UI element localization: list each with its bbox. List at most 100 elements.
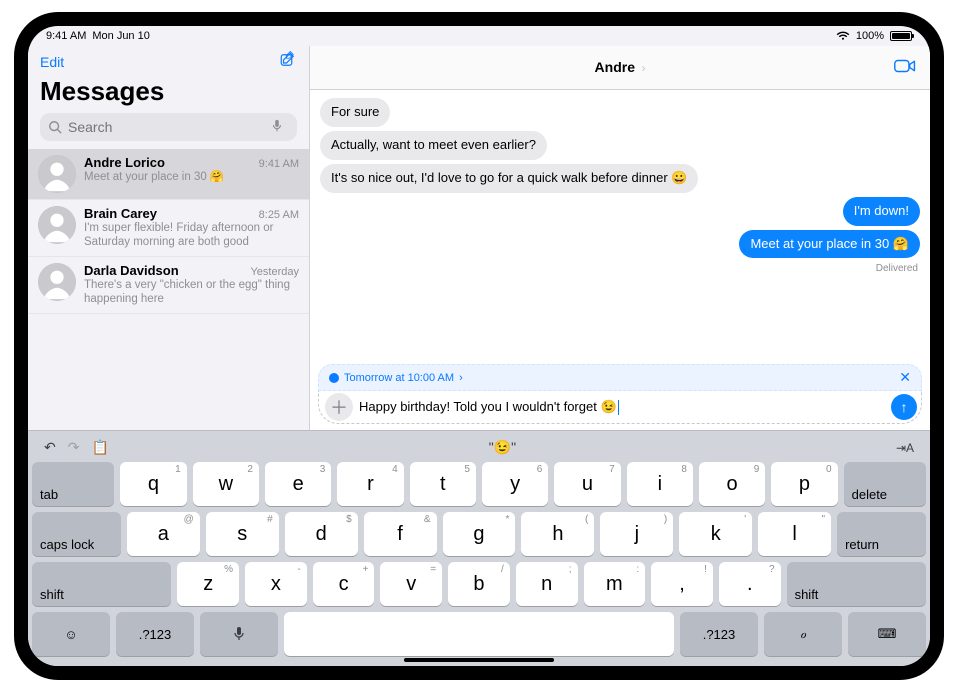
return-key[interactable]: return (837, 512, 926, 556)
key-t[interactable]: 5t (410, 462, 476, 506)
dictation-key[interactable] (200, 612, 278, 656)
incoming-bubble[interactable]: For sure (320, 98, 390, 127)
shift-key-left[interactable]: shift (32, 562, 171, 606)
dismiss-keyboard-key[interactable]: ⌨ (848, 612, 926, 656)
message-row: Meet at your place in 30 🤗 (320, 230, 920, 259)
conversation-time: 8:25 AM (259, 209, 299, 221)
key-.[interactable]: ?. (719, 562, 781, 606)
conversation-pane: ••• Andre › For sureActually, want to me… (310, 46, 930, 430)
status-date: Mon Jun 10 (92, 30, 149, 42)
battery-percent: 100% (856, 30, 884, 42)
text-format-icon[interactable]: ⇥A (896, 441, 914, 455)
predictive-suggestion[interactable]: "😉" (489, 439, 516, 456)
capslock-key[interactable]: caps lock (32, 512, 121, 556)
composer: ＋ Happy birthday! Told you I wouldn't fo… (318, 391, 922, 424)
message-row: For sure (320, 98, 920, 127)
draft-text: Happy birthday! Told you I wouldn't forg… (359, 399, 617, 414)
avatar (38, 155, 76, 193)
conversation-preview: Meet at your place in 30 🤗 (84, 170, 299, 184)
dictate-icon[interactable] (271, 119, 289, 136)
numeric-key-right[interactable]: .?123 (680, 612, 758, 656)
key-u[interactable]: 7u (554, 462, 620, 506)
chevron-right-icon[interactable]: › (641, 61, 645, 75)
numeric-key-left[interactable]: .?123 (116, 612, 194, 656)
key-k[interactable]: 'k (679, 512, 752, 556)
tab-key[interactable]: tab (32, 462, 114, 506)
key-q[interactable]: 1q (120, 462, 186, 506)
key-y[interactable]: 6y (482, 462, 548, 506)
conversation-time: Yesterday (250, 266, 299, 278)
space-key[interactable] (284, 612, 674, 656)
message-thread[interactable]: For sure Actually, want to meet even earl… (310, 90, 930, 360)
key-c[interactable]: +c (313, 562, 375, 606)
search-input[interactable] (68, 119, 271, 135)
screen: 9:41 AM Mon Jun 10 100% Edit (28, 26, 930, 666)
home-indicator[interactable] (404, 658, 554, 662)
attach-button[interactable]: ＋ (325, 393, 353, 421)
wifi-icon (836, 31, 850, 41)
key-l[interactable]: "l (758, 512, 831, 556)
search-field[interactable] (40, 113, 297, 141)
outgoing-bubble[interactable]: I'm down! (843, 197, 920, 226)
key-n[interactable]: ;n (516, 562, 578, 606)
search-icon (48, 120, 62, 134)
key-,[interactable]: !, (651, 562, 713, 606)
sidebar: Edit Messages Andre Lorico9:41 AMMeet at… (28, 46, 310, 430)
send-later-pill[interactable]: Tomorrow at 10:00 AM › ✕ (318, 364, 922, 391)
conversation-item[interactable]: Darla DavidsonYesterdayThere's a very "c… (28, 257, 309, 314)
incoming-bubble[interactable]: Actually, want to meet even earlier? (320, 131, 547, 160)
key-z[interactable]: %z (177, 562, 239, 606)
undo-icon[interactable]: ↶ (44, 439, 56, 456)
page-title: Messages (28, 76, 309, 107)
avatar (38, 263, 76, 301)
text-cursor (618, 400, 620, 415)
chevron-right-icon: › (459, 372, 463, 384)
schedule-time: Tomorrow at 10:00 AM (344, 372, 454, 384)
clock-icon (329, 373, 339, 383)
key-g[interactable]: *g (443, 512, 516, 556)
key-f[interactable]: &f (364, 512, 437, 556)
key-s[interactable]: #s (206, 512, 279, 556)
key-a[interactable]: @a (127, 512, 200, 556)
clipboard-icon[interactable]: 📋 (91, 439, 108, 456)
key-h[interactable]: (h (521, 512, 594, 556)
conversation-item[interactable]: Brain Carey8:25 AMI'm super flexible! Fr… (28, 200, 309, 257)
status-bar: 9:41 AM Mon Jun 10 100% (28, 26, 930, 46)
key-w[interactable]: 2w (193, 462, 259, 506)
key-b[interactable]: /b (448, 562, 510, 606)
message-row: It's so nice out, I'd love to go for a q… (320, 164, 920, 193)
conversation-preview: I'm super flexible! Friday afternoon or … (84, 221, 299, 250)
edit-button[interactable]: Edit (40, 54, 64, 70)
key-d[interactable]: $d (285, 512, 358, 556)
compose-button[interactable] (279, 51, 297, 74)
message-row: Actually, want to meet even earlier? (320, 131, 920, 160)
conversation-item[interactable]: Andre Lorico9:41 AMMeet at your place in… (28, 149, 309, 200)
conversation-preview: There's a very "chicken or the egg" thin… (84, 278, 299, 307)
emoji-key[interactable]: ☺ (32, 612, 110, 656)
conversation-header: Andre › (310, 46, 930, 90)
key-m[interactable]: :m (584, 562, 646, 606)
delete-key[interactable]: delete (844, 462, 926, 506)
key-p[interactable]: 0p (771, 462, 837, 506)
key-x[interactable]: -x (245, 562, 307, 606)
cancel-schedule-button[interactable]: ✕ (899, 369, 911, 386)
key-o[interactable]: 9o (699, 462, 765, 506)
contact-name[interactable]: Andre (595, 59, 635, 75)
message-row: I'm down! (320, 197, 920, 226)
shift-key-right[interactable]: shift (787, 562, 926, 606)
avatar (38, 206, 76, 244)
key-i[interactable]: 8i (627, 462, 693, 506)
key-j[interactable]: )j (600, 512, 673, 556)
key-r[interactable]: 4r (337, 462, 403, 506)
key-v[interactable]: =v (380, 562, 442, 606)
redo-icon[interactable]: ↷ (68, 439, 80, 456)
conversation-name: Andre Lorico (84, 155, 165, 170)
keyboard[interactable]: ↶ ↷ 📋 "😉" ⇥A tab1q2w3e4r5t6y7u8i9o0pdele… (28, 430, 930, 666)
outgoing-bubble[interactable]: Meet at your place in 30 🤗 (739, 230, 920, 259)
send-button[interactable]: ↑ (891, 394, 917, 420)
key-e[interactable]: 3e (265, 462, 331, 506)
facetime-button[interactable] (894, 58, 916, 79)
incoming-bubble[interactable]: It's so nice out, I'd love to go for a q… (320, 164, 698, 193)
handwriting-key[interactable]: ℴ (764, 612, 842, 656)
message-input[interactable]: Happy birthday! Told you I wouldn't forg… (359, 395, 885, 419)
